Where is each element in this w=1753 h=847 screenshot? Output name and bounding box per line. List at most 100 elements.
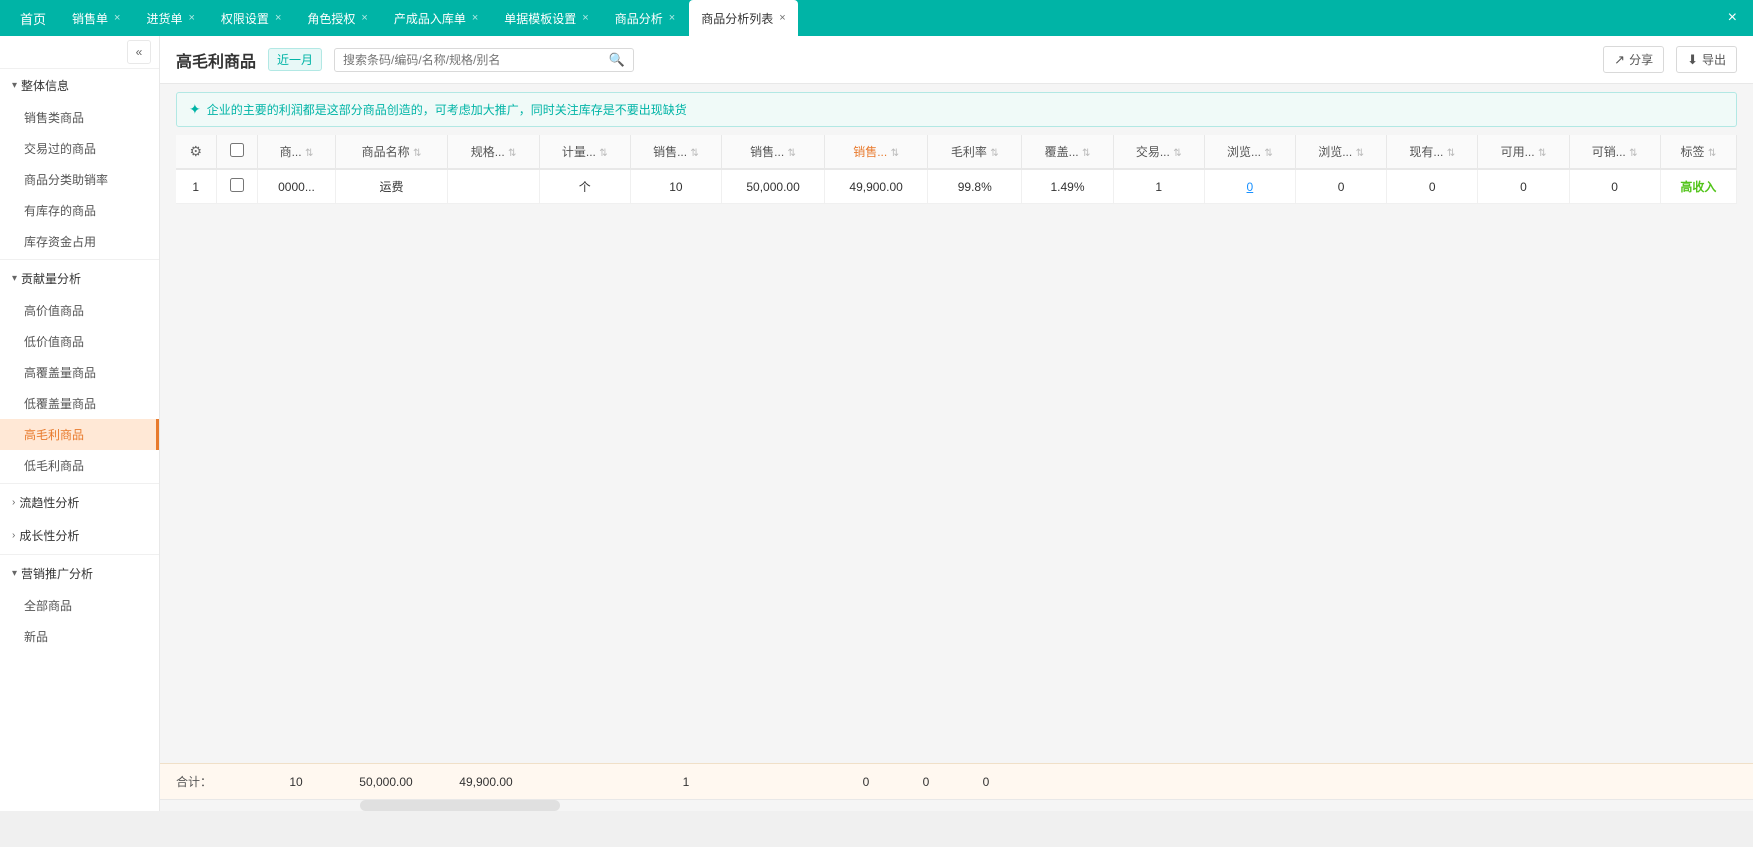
sort-unit-icon: ⇅: [599, 148, 607, 159]
sort-browse2-icon: ⇅: [1356, 148, 1364, 159]
nav-tab-analysis-list[interactable]: 商品分析列表 ×: [689, 0, 797, 36]
close-analysis-tab[interactable]: ×: [669, 12, 675, 24]
nav-tab-product-inbound[interactable]: 产成品入库单 ×: [382, 0, 490, 36]
window-close-btn[interactable]: ×: [1720, 9, 1745, 27]
footer-available-stock: 0: [896, 775, 956, 789]
th-browse1[interactable]: 浏览... ⇅: [1204, 135, 1295, 169]
sidebar-item-low-margin[interactable]: 低毛利商品: [0, 450, 159, 481]
sort-code-icon: ⇅: [305, 148, 313, 159]
td-saleable-stock: 0: [1569, 169, 1660, 204]
sort-sales-amount-icon: ⇅: [788, 148, 796, 159]
arrow-contribution: ▾: [12, 273, 17, 284]
arrow-trend: ›: [12, 497, 15, 508]
scroll-bar[interactable]: [160, 799, 1753, 811]
footer-label: 合计：: [176, 773, 256, 790]
th-saleable-stock[interactable]: 可销... ⇅: [1569, 135, 1660, 169]
td-browse1[interactable]: 0: [1204, 169, 1295, 204]
th-coverage[interactable]: 覆盖... ⇅: [1022, 135, 1113, 169]
close-purchase-tab[interactable]: ×: [188, 12, 194, 24]
footer-empty1: [536, 775, 596, 789]
sort-spec-icon: ⇅: [508, 148, 516, 159]
sidebar-item-low-coverage[interactable]: 低覆盖量商品: [0, 388, 159, 419]
arrow-growth: ›: [12, 530, 15, 541]
sort-tag-icon: ⇅: [1708, 148, 1716, 159]
sidebar-group-contribution[interactable]: ▾ 贡献量分析: [0, 262, 159, 295]
search-input[interactable]: [343, 53, 605, 67]
table-container[interactable]: ⚙ 商... ⇅ 商品名称 ⇅: [176, 135, 1737, 763]
sort-browse1-icon: ⇅: [1264, 148, 1272, 159]
td-sales-cost: 49,900.00: [825, 169, 928, 204]
close-product-inbound-tab[interactable]: ×: [472, 12, 478, 24]
close-template-tab[interactable]: ×: [582, 12, 588, 24]
footer-current-stock: 0: [836, 775, 896, 789]
arrow-marketing: ▾: [12, 568, 17, 579]
td-name: 运费: [335, 169, 448, 204]
search-icon[interactable]: 🔍: [609, 52, 625, 68]
close-sales-tab[interactable]: ×: [114, 12, 120, 24]
sidebar-item-stock-goods[interactable]: 有库存的商品: [0, 195, 159, 226]
sort-available-icon: ⇅: [1538, 148, 1546, 159]
nav-home[interactable]: 首页: [8, 0, 58, 36]
footer-sales-qty: 10: [256, 775, 336, 789]
nav-tab-permission[interactable]: 权限设置 ×: [209, 0, 293, 36]
close-permission-tab[interactable]: ×: [275, 12, 281, 24]
th-sales-qty[interactable]: 销售... ⇅: [630, 135, 721, 169]
nav-tab-sales[interactable]: 销售单 ×: [60, 0, 132, 36]
sidebar-group-trend[interactable]: › 流趋性分析: [0, 486, 159, 519]
th-spec[interactable]: 规格... ⇅: [448, 135, 539, 169]
th-available-stock[interactable]: 可用... ⇅: [1478, 135, 1569, 169]
footer-total: 合计： 10 50,000.00 49,900.00 1 0 0 0: [160, 763, 1753, 799]
sidebar-group-marketing[interactable]: ▾ 营销推广分析: [0, 557, 159, 590]
period-button[interactable]: 近一月: [268, 48, 322, 71]
footer-saleable-stock: 0: [956, 775, 1016, 789]
th-trade-count[interactable]: 交易... ⇅: [1113, 135, 1204, 169]
sidebar-group-overall[interactable]: ▾ 整体信息: [0, 69, 159, 102]
sidebar: « ▾ 整体信息 销售类商品 交易过的商品 商品分类助销率 有库存的商品 库存资…: [0, 36, 160, 811]
sidebar-item-all-goods[interactable]: 全部商品: [0, 590, 159, 621]
share-button[interactable]: ↗ 分享: [1603, 46, 1664, 73]
nav-tab-analysis[interactable]: 商品分析 ×: [603, 0, 687, 36]
nav-tab-template[interactable]: 单据模板设置 ×: [492, 0, 600, 36]
th-current-stock[interactable]: 现有... ⇅: [1387, 135, 1478, 169]
row-checkbox[interactable]: [230, 178, 244, 192]
sidebar-item-high-value[interactable]: 高价值商品: [0, 295, 159, 326]
th-unit[interactable]: 计量... ⇅: [539, 135, 630, 169]
settings-icon[interactable]: ⚙: [189, 143, 202, 159]
td-spec: [448, 169, 539, 204]
export-button[interactable]: ⬇ 导出: [1676, 46, 1737, 73]
nav-tab-role[interactable]: 角色授权 ×: [295, 0, 379, 36]
th-checkbox: [216, 135, 258, 169]
footer-sales-cost: 49,900.00: [436, 775, 536, 789]
sidebar-item-stock-capital[interactable]: 库存资金占用: [0, 226, 159, 257]
tip-text: 企业的主要的利润都是这部分商品创造的，可考虑加大推广，同时关注库存是不要出现缺货: [207, 101, 687, 118]
th-gross-margin[interactable]: 毛利率 ⇅: [928, 135, 1022, 169]
th-browse2[interactable]: 浏览... ⇅: [1295, 135, 1386, 169]
page-title: 高毛利商品: [176, 48, 256, 72]
th-sales-amount[interactable]: 销售... ⇅: [722, 135, 825, 169]
sidebar-item-traded-goods[interactable]: 交易过的商品: [0, 133, 159, 164]
sidebar-item-low-value[interactable]: 低价值商品: [0, 326, 159, 357]
td-sales-qty: 10: [630, 169, 721, 204]
sidebar-item-category-rate[interactable]: 商品分类助销率: [0, 164, 159, 195]
td-tag: 高收入: [1660, 169, 1736, 204]
sidebar-group-growth[interactable]: › 成长性分析: [0, 519, 159, 552]
browse1-link[interactable]: 0: [1247, 180, 1254, 194]
th-name[interactable]: 商品名称 ⇅: [335, 135, 448, 169]
sidebar-item-high-coverage[interactable]: 高覆盖量商品: [0, 357, 159, 388]
close-analysis-list-tab[interactable]: ×: [779, 12, 785, 24]
sort-gross-margin-icon: ⇅: [990, 148, 998, 159]
close-role-tab[interactable]: ×: [361, 12, 367, 24]
sort-sales-cost-icon: ⇅: [891, 148, 899, 159]
th-code[interactable]: 商... ⇅: [258, 135, 335, 169]
sidebar-item-sales-goods[interactable]: 销售类商品: [0, 102, 159, 133]
select-all-checkbox[interactable]: [230, 143, 244, 157]
sidebar-item-new-goods[interactable]: 新品: [0, 621, 159, 652]
content-header: 高毛利商品 近一月 🔍 ↗ 分享 ⬇ 导出: [160, 36, 1753, 84]
sidebar-item-high-margin[interactable]: 高毛利商品: [0, 419, 159, 450]
sort-current-stock-icon: ⇅: [1447, 148, 1455, 159]
nav-tab-purchase[interactable]: 进货单 ×: [134, 0, 206, 36]
th-tag[interactable]: 标签 ⇅: [1660, 135, 1736, 169]
footer-browse2: [776, 775, 836, 789]
th-sales-cost[interactable]: 销售... ⇅: [825, 135, 928, 169]
sidebar-collapse-btn[interactable]: «: [127, 40, 151, 64]
